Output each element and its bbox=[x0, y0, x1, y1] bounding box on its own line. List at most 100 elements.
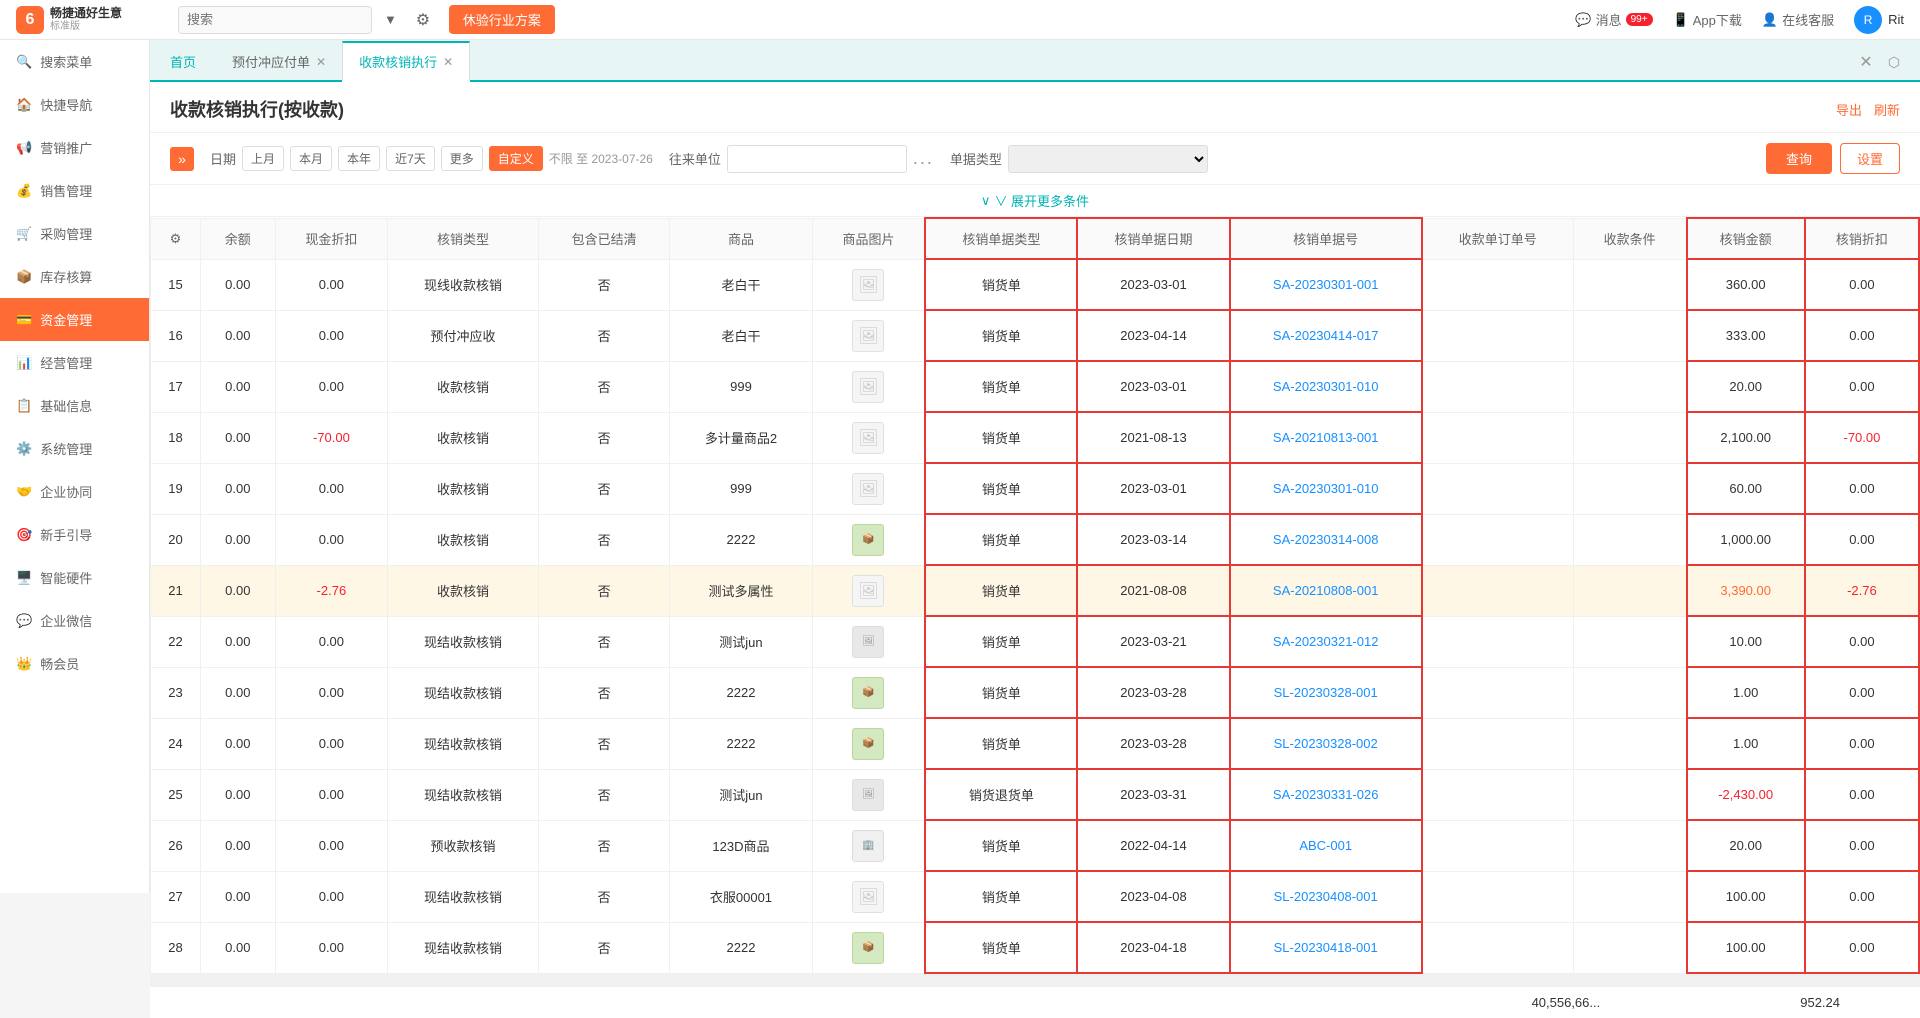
message-label: 消息 bbox=[1596, 10, 1622, 29]
bill-no-link[interactable]: SA-20230301-001 bbox=[1273, 277, 1379, 292]
bill-no-link[interactable]: SL-20230408-001 bbox=[1274, 889, 1378, 904]
search-input[interactable] bbox=[178, 6, 372, 34]
date-this-month-btn[interactable]: 本月 bbox=[290, 146, 332, 171]
bill-no-link[interactable]: SA-20230301-010 bbox=[1273, 481, 1379, 496]
row-product: 老白干 bbox=[670, 310, 812, 361]
sidebar-item-purchase[interactable]: 🛒 采购管理 bbox=[0, 212, 149, 255]
table-row: 23 0.00 0.00 现结收款核销 否 2222 📦 销货单 2023-03… bbox=[151, 667, 1920, 718]
date-7days-btn[interactable]: 近7天 bbox=[386, 146, 435, 171]
filter-expand-btn[interactable]: » bbox=[170, 147, 194, 171]
row-receipt-bill-no[interactable]: SL-20230418-001 bbox=[1230, 922, 1422, 973]
home-icon: 🏠 bbox=[16, 97, 32, 113]
row-receipt-bill-type: 销货单 bbox=[925, 616, 1077, 667]
row-receipt-bill-no[interactable]: SA-20230301-010 bbox=[1230, 361, 1422, 412]
bill-no-link[interactable]: SA-20210813-001 bbox=[1273, 430, 1379, 445]
bill-no-link[interactable]: SA-20230321-012 bbox=[1273, 634, 1379, 649]
row-balance: 0.00 bbox=[201, 718, 276, 769]
date-more-btn[interactable]: 更多 bbox=[441, 146, 483, 171]
date-custom-btn[interactable]: 自定义 bbox=[489, 146, 543, 171]
app-download-btn[interactable]: 📱 App下载 bbox=[1673, 10, 1742, 29]
settings-btn[interactable]: 设置 bbox=[1840, 143, 1900, 174]
sidebar-item-basic[interactable]: 📋 基础信息 bbox=[0, 384, 149, 427]
row-receipt-bill-no[interactable]: SL-20230328-002 bbox=[1230, 718, 1422, 769]
query-btn[interactable]: 查询 bbox=[1766, 143, 1832, 174]
row-product-image: 📦 bbox=[812, 667, 925, 718]
row-balance: 0.00 bbox=[201, 514, 276, 565]
online-service-label: 在线客服 bbox=[1782, 10, 1834, 29]
user-avatar[interactable]: R Rit bbox=[1854, 6, 1904, 34]
table-settings-icon[interactable]: ⚙ bbox=[170, 231, 182, 246]
sidebar-item-hardware[interactable]: 🖥️ 智能硬件 bbox=[0, 556, 149, 599]
sidebar-item-collab[interactable]: 🤝 企业协同 bbox=[0, 470, 149, 513]
bill-no-link[interactable]: SL-20230418-001 bbox=[1274, 940, 1378, 955]
logo-icon: 6 bbox=[16, 6, 44, 34]
sidebar-item-system[interactable]: ⚙️ 系统管理 bbox=[0, 427, 149, 470]
gear-btn[interactable]: ⚙ bbox=[409, 6, 437, 34]
sidebar-item-nav[interactable]: 🏠 快捷导航 bbox=[0, 83, 149, 126]
bill-no-link[interactable]: SA-20230414-017 bbox=[1273, 328, 1379, 343]
counterparty-input[interactable] bbox=[727, 145, 907, 173]
row-collection-condition bbox=[1573, 412, 1686, 463]
tab-prepay-close[interactable]: ✕ bbox=[316, 55, 326, 69]
date-prev-month-btn[interactable]: 上月 bbox=[242, 146, 284, 171]
row-receipt-bill-no[interactable]: SA-20230331-026 bbox=[1230, 769, 1422, 820]
export-btn[interactable]: 导出 bbox=[1836, 100, 1862, 119]
sidebar-item-marketing[interactable]: 📢 营销推广 bbox=[0, 126, 149, 169]
tab-home[interactable]: 首页 bbox=[150, 43, 216, 80]
message-badge: 99+ bbox=[1626, 13, 1653, 26]
refresh-btn[interactable]: 刷新 bbox=[1874, 100, 1900, 119]
table-row: 17 0.00 0.00 收款核销 否 999 🖼 销货单 2023-03-01… bbox=[151, 361, 1920, 412]
sidebar-item-operations[interactable]: 📊 经营管理 bbox=[0, 341, 149, 384]
row-collection-order-no bbox=[1422, 922, 1573, 973]
receipt-type-select[interactable] bbox=[1008, 145, 1208, 173]
tab-collection[interactable]: 收款核销执行 ✕ bbox=[342, 41, 470, 82]
row-receipt-bill-no[interactable]: SA-20230321-012 bbox=[1230, 616, 1422, 667]
bill-no-link[interactable]: ABC-001 bbox=[1299, 838, 1352, 853]
dropdown-btn[interactable]: ▼ bbox=[384, 12, 397, 27]
sidebar-item-wechat[interactable]: 💬 企业微信 bbox=[0, 599, 149, 642]
bill-no-link[interactable]: SA-20230331-026 bbox=[1273, 787, 1379, 802]
row-receipt-bill-no[interactable]: SA-20230301-010 bbox=[1230, 463, 1422, 514]
date-this-year-btn[interactable]: 本年 bbox=[338, 146, 380, 171]
expand-tab-btn[interactable]: ⬡ bbox=[1884, 52, 1904, 72]
sidebar: 🔍 搜索菜单 🏠 快捷导航 📢 营销推广 💰 销售管理 🛒 采购管理 📦 库存核… bbox=[0, 40, 150, 893]
tab-prepay-label: 预付冲应付单 bbox=[232, 52, 310, 71]
row-include-settled: 否 bbox=[538, 667, 670, 718]
industry-btn[interactable]: 休验行业方案 bbox=[449, 5, 555, 34]
row-include-settled: 否 bbox=[538, 514, 670, 565]
expand-conditions-btn[interactable]: ∨ ∨ 展开更多条件 bbox=[981, 191, 1089, 210]
bill-no-link[interactable]: SA-20210808-001 bbox=[1273, 583, 1379, 598]
row-receipt-bill-no[interactable]: SA-20210813-001 bbox=[1230, 412, 1422, 463]
row-write-off-discount: -2.76 bbox=[1805, 565, 1919, 616]
bill-no-link[interactable]: SA-20230314-008 bbox=[1273, 532, 1379, 547]
row-balance: 0.00 bbox=[201, 259, 276, 310]
row-write-off-type: 收款核销 bbox=[388, 412, 539, 463]
close-all-btn[interactable]: ✕ bbox=[1856, 52, 1876, 72]
bill-no-link[interactable]: SA-20230301-010 bbox=[1273, 379, 1379, 394]
col-write-off-discount-header: 核销折扣 bbox=[1805, 218, 1919, 259]
sidebar-item-search[interactable]: 🔍 搜索菜单 bbox=[0, 40, 149, 83]
tab-collection-close[interactable]: ✕ bbox=[443, 55, 453, 69]
bill-no-link[interactable]: SL-20230328-001 bbox=[1274, 685, 1378, 700]
row-id: 17 bbox=[151, 361, 201, 412]
sidebar-item-guide[interactable]: 🎯 新手引导 bbox=[0, 513, 149, 556]
row-receipt-bill-no[interactable]: ABC-001 bbox=[1230, 820, 1422, 871]
online-service-btn[interactable]: 👤 在线客服 bbox=[1762, 10, 1834, 29]
row-collection-order-no bbox=[1422, 463, 1573, 514]
row-receipt-bill-no[interactable]: SL-20230328-001 bbox=[1230, 667, 1422, 718]
row-cash-discount: -70.00 bbox=[275, 412, 388, 463]
tab-prepay[interactable]: 预付冲应付单 ✕ bbox=[216, 43, 342, 80]
row-product-image: 🖼 bbox=[812, 412, 925, 463]
bill-no-link[interactable]: SL-20230328-002 bbox=[1274, 736, 1378, 751]
sidebar-item-sales[interactable]: 💰 销售管理 bbox=[0, 169, 149, 212]
sidebar-item-inventory[interactable]: 📦 库存核算 bbox=[0, 255, 149, 298]
row-receipt-bill-no[interactable]: SA-20230414-017 bbox=[1230, 310, 1422, 361]
row-receipt-bill-no[interactable]: SA-20210808-001 bbox=[1230, 565, 1422, 616]
row-receipt-bill-no[interactable]: SA-20230301-001 bbox=[1230, 259, 1422, 310]
row-receipt-bill-no[interactable]: SA-20230314-008 bbox=[1230, 514, 1422, 565]
row-receipt-bill-no[interactable]: SL-20230408-001 bbox=[1230, 871, 1422, 922]
sidebar-item-member[interactable]: 👑 畅会员 bbox=[0, 642, 149, 685]
col-collection-condition-header: 收款条件 bbox=[1573, 218, 1686, 259]
message-btn[interactable]: 💬 消息 99+ bbox=[1575, 10, 1652, 29]
sidebar-item-finance[interactable]: 💳 资金管理 bbox=[0, 298, 149, 341]
